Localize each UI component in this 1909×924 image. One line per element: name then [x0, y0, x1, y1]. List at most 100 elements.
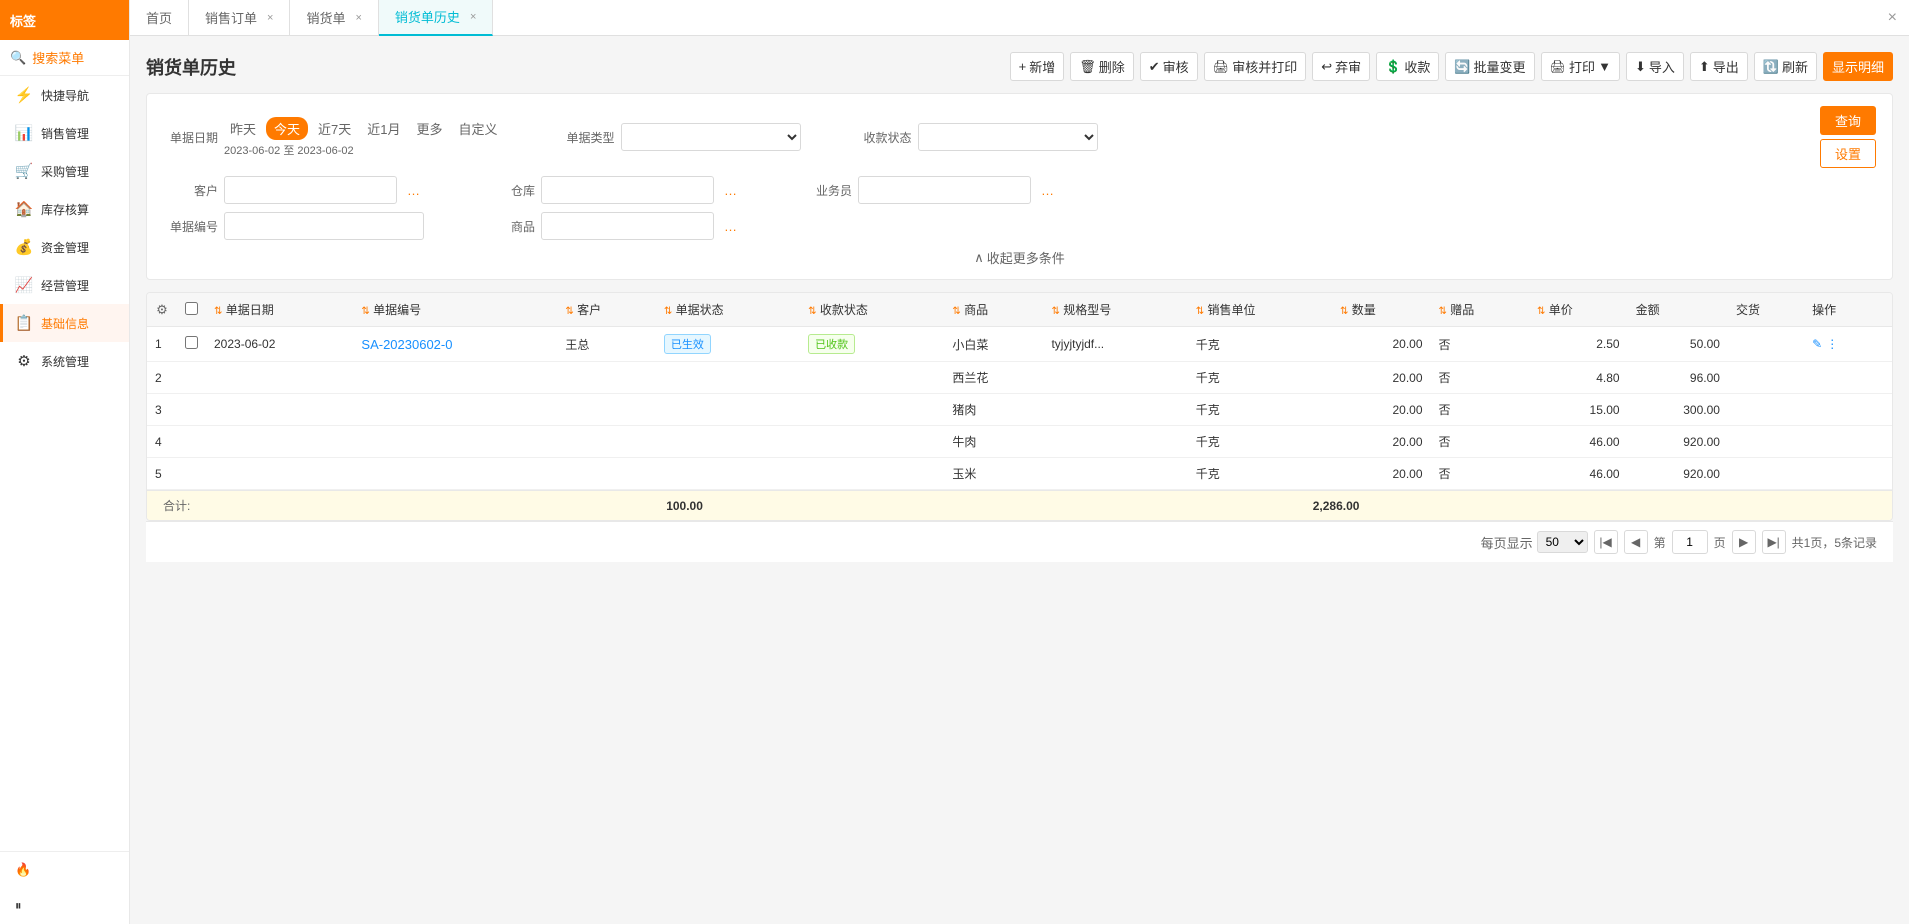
per-page-select[interactable]: 50 20 100 [1537, 531, 1588, 553]
audit-button[interactable]: ✔ 审核 [1140, 52, 1198, 81]
tab-sales-delivery-label: 销货单 [306, 8, 345, 27]
batch-change-button[interactable]: 🔄 批量变更 [1445, 52, 1534, 81]
warehouse-input[interactable] [541, 176, 714, 204]
sidebar-bottom-item1[interactable]: 🔥 [0, 852, 129, 888]
tab-close-sales-history[interactable]: × [470, 11, 476, 23]
sidebar-item-system[interactable]: ⚙ 系统管理 [0, 342, 129, 380]
doc-type-select[interactable] [621, 123, 801, 151]
price-cell: 15.00 [1529, 394, 1628, 426]
refresh-button[interactable]: 🔃 刷新 [1754, 52, 1817, 81]
collapse-button[interactable]: ∧ 收起更多条件 [974, 248, 1065, 267]
sidebar-item-finance[interactable]: 💰 资金管理 [0, 228, 129, 266]
sidebar-bottom-item2[interactable]: ⏸ [0, 888, 129, 924]
checkbox-cell [177, 327, 206, 362]
new-button[interactable]: + 新增 [1010, 52, 1065, 81]
sidebar-item-shortcut[interactable]: ⚡ 快捷导航 [0, 76, 129, 114]
checkbox-cell [177, 426, 206, 458]
sort-icon-goods[interactable]: ⇅ [952, 306, 960, 317]
customer-cell [557, 362, 656, 394]
goods-cell: 玉米 [944, 458, 1043, 490]
page-label-text: 第 [1654, 534, 1666, 551]
select-all-checkbox[interactable] [185, 302, 198, 315]
date-btn-1month[interactable]: 近1月 [361, 117, 406, 140]
sort-icon-collectstatus[interactable]: ⇅ [808, 306, 816, 317]
delete-button[interactable]: 🗑 删除 [1070, 52, 1134, 81]
date-cell [206, 426, 353, 458]
collect-button[interactable]: 💲 收款 [1376, 52, 1439, 81]
date-btn-custom[interactable]: 自定义 [453, 117, 504, 140]
customer-ellipsis[interactable]: … [403, 183, 424, 198]
export-label: 导出 [1713, 57, 1739, 76]
last-page-button[interactable]: ▶| [1762, 530, 1786, 554]
export-button[interactable]: ⬆ 导出 [1690, 52, 1748, 81]
date-btn-yesterday[interactable]: 昨天 [224, 117, 262, 140]
goods-ellipsis[interactable]: … [720, 219, 741, 234]
sort-icon-unit[interactable]: ⇅ [1196, 306, 1204, 317]
sidebar-item-basic[interactable]: 📋 基础信息 [0, 304, 129, 342]
tab-bar-close-all[interactable]: × [1876, 9, 1909, 27]
page-input[interactable] [1672, 530, 1708, 554]
tab-sales-delivery[interactable]: 销货单 × [290, 0, 378, 36]
date-btn-more[interactable]: 更多 [411, 117, 449, 140]
query-button[interactable]: 查询 [1820, 106, 1876, 135]
checkbox-cell [177, 394, 206, 426]
tab-close-sales-delivery[interactable]: × [355, 12, 361, 24]
date-cell [206, 362, 353, 394]
sidebar-item-label: 库存核算 [41, 201, 89, 218]
collect-status-select[interactable] [918, 123, 1098, 151]
filter-date-item: 单据日期 昨天 今天 近7天 近1月 更多 自定义 2023-06-02 至 2… [163, 117, 504, 158]
sidebar-item-purchase[interactable]: 🛒 采购管理 [0, 152, 129, 190]
sidebar-item-label: 快捷导航 [41, 87, 89, 104]
operation-col-header: 操作 [1804, 293, 1892, 327]
table-wrapper: ⚙ ⇅ 单据日期 ⇅ 单据编号 ⇅ 客户 ⇅ 单据状态 ⇅ 收款状态 ⇅ 商品 … [146, 292, 1893, 521]
date-btn-7days[interactable]: 近7天 [312, 117, 357, 140]
sidebar-item-sales[interactable]: 📊 销售管理 [0, 114, 129, 152]
filter-goods-item: 商品 … [480, 212, 741, 240]
show-detail-button[interactable]: 显示明细 [1823, 52, 1893, 81]
system-icon: ⚙ [15, 352, 33, 370]
sidebar-item-operation[interactable]: 📈 经营管理 [0, 266, 129, 304]
sort-icon[interactable]: ⇅ [214, 306, 222, 317]
warehouse-ellipsis[interactable]: … [720, 183, 741, 198]
checkbox-col-header [177, 293, 206, 327]
op-编辑[interactable]: ✎ [1812, 337, 1822, 351]
staff-input[interactable] [858, 176, 1031, 204]
sort-icon-spec[interactable]: ⇅ [1051, 306, 1059, 317]
sort-icon-docno[interactable]: ⇅ [361, 306, 369, 317]
sort-icon-docstatus[interactable]: ⇅ [664, 306, 672, 317]
staff-ellipsis[interactable]: … [1037, 183, 1058, 198]
import-button[interactable]: ⬇ 导入 [1626, 52, 1684, 81]
customer-input[interactable] [224, 176, 397, 204]
sort-icon-qty[interactable]: ⇅ [1340, 306, 1348, 317]
set-button[interactable]: 设置 [1820, 139, 1876, 168]
tab-home[interactable]: 首页 [130, 0, 189, 36]
sidebar-search-item[interactable]: 🔍 搜索菜单 [0, 40, 129, 76]
tab-sales-history-label: 销货单历史 [395, 7, 460, 26]
prev-page-button[interactable]: ◀ [1624, 530, 1648, 554]
tab-sales-order[interactable]: 销售订单 × [189, 0, 290, 36]
sort-icon-customer[interactable]: ⇅ [565, 306, 573, 317]
sort-icon-gift[interactable]: ⇅ [1439, 306, 1447, 317]
first-page-button[interactable]: |◀ [1594, 530, 1618, 554]
filter-row-3: 单据编号 商品 … [163, 212, 1876, 240]
sort-icon-price[interactable]: ⇅ [1537, 306, 1545, 317]
sidebar-item-inventory[interactable]: 🏠 库存核算 [0, 190, 129, 228]
date-btn-today[interactable]: 今天 [266, 117, 308, 140]
row-checkbox[interactable] [185, 336, 198, 349]
audit-print-button[interactable]: 🖨 审核并打印 [1204, 52, 1307, 81]
tab-sales-history[interactable]: 销货单历史 × [379, 0, 493, 36]
docstatus-cell [656, 426, 800, 458]
transaction-col-header: 交货 [1728, 293, 1804, 327]
discard-button[interactable]: ↩ 弃审 [1312, 52, 1370, 81]
amount-cell: 920.00 [1628, 458, 1728, 490]
print-button[interactable]: 🖨 打印 ▼ [1541, 52, 1620, 81]
tab-close-sales-order[interactable]: × [267, 12, 273, 24]
docno-link[interactable]: SA-20230602-0 [361, 337, 452, 352]
next-page-button[interactable]: ▶ [1732, 530, 1756, 554]
filter-staff-item: 业务员 … [797, 176, 1058, 204]
docno-input[interactable] [224, 212, 424, 240]
goods-input[interactable] [541, 212, 714, 240]
op-删除[interactable]: ⋮ [1826, 337, 1838, 351]
unit-cell: 千克 [1188, 394, 1332, 426]
table-settings-icon[interactable]: ⚙ [156, 302, 168, 317]
